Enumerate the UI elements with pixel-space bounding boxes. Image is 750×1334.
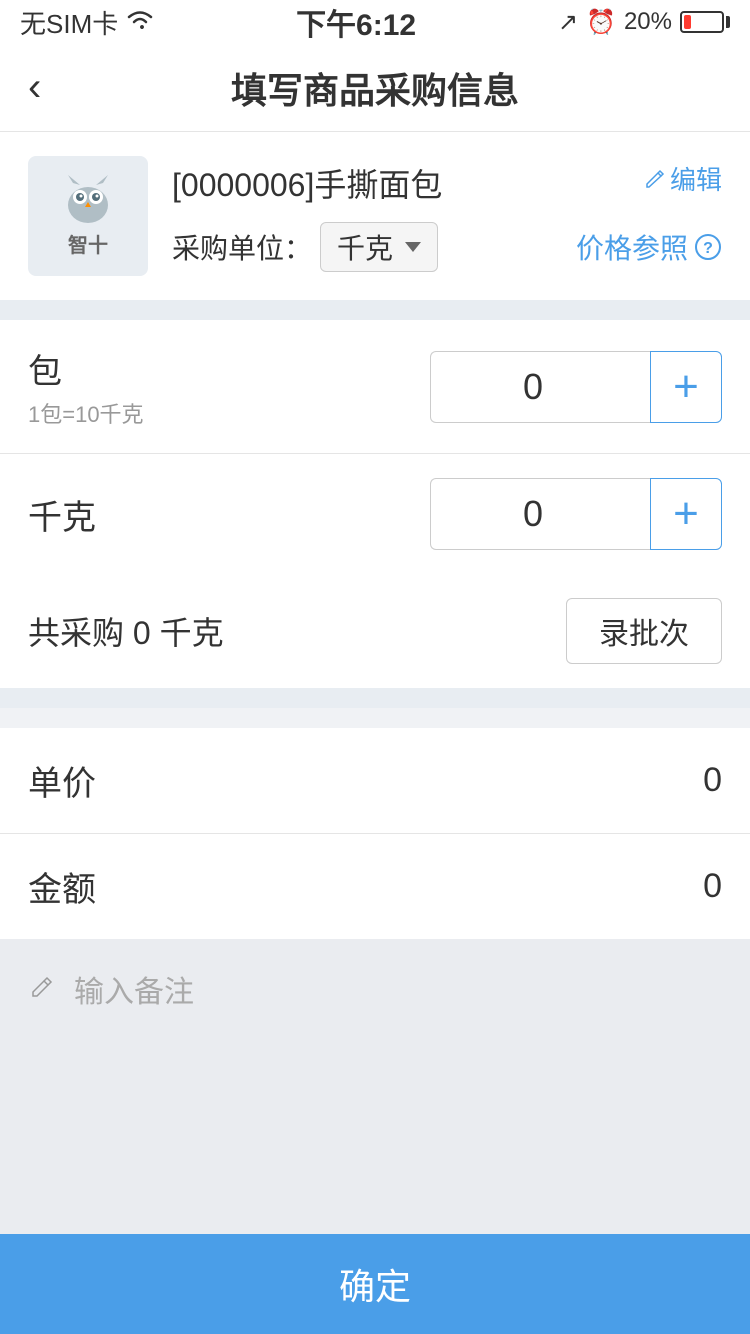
product-logo: 智十 xyxy=(58,175,118,258)
logo-text: 智十 xyxy=(68,229,108,258)
price-ref-button[interactable]: 价格参照 ? xyxy=(576,227,722,267)
unit-price-value: 0 xyxy=(703,761,722,800)
chevron-down-icon xyxy=(405,242,421,252)
section-divider-2 xyxy=(0,688,750,708)
amount-label: 金额 xyxy=(28,862,96,911)
product-name: [0000006]手撕面包 xyxy=(172,160,442,206)
unit-selector[interactable]: 千克 xyxy=(320,222,438,272)
nav-bar: ‹ 填写商品采购信息 xyxy=(0,44,750,132)
kilogram-plus-button[interactable]: + xyxy=(650,478,722,550)
product-info: [0000006]手撕面包 编辑 采购单位： 千克 价格参照 xyxy=(172,160,722,272)
status-right: ↗ ⏰ 20% xyxy=(558,8,730,37)
location-icon: ↗ xyxy=(558,8,578,37)
battery-indicator xyxy=(680,11,730,33)
bao-sublabel: 1包=10千克 xyxy=(28,397,144,429)
bao-input-row: 包 1包=10千克 + xyxy=(0,320,750,454)
kilogram-input-group: + xyxy=(430,478,722,550)
status-time: 下午6:12 xyxy=(296,0,416,44)
product-card: 智十 [0000006]手撕面包 编辑 采购单位： 千克 价 xyxy=(0,132,750,300)
back-button[interactable]: ‹ xyxy=(28,65,41,110)
bao-label: 包 xyxy=(28,344,144,393)
summary-text: 共采购 0 千克 xyxy=(28,608,224,654)
carrier-text: 无SIM卡 xyxy=(20,4,118,41)
product-unit-row: 采购单位： 千克 价格参照 ? xyxy=(172,222,722,272)
status-bar: 无SIM卡 下午6:12 ↗ ⏰ 20% xyxy=(0,0,750,44)
bao-input-group: + xyxy=(430,351,722,423)
price-section: 单价 0 金额 0 xyxy=(0,728,750,939)
amount-row: 金额 0 xyxy=(0,834,750,939)
alarm-icon: ⏰ xyxy=(586,8,616,37)
product-image: 智十 xyxy=(28,156,148,276)
input-section: 包 1包=10千克 + 千克 + xyxy=(0,320,750,574)
wifi-icon xyxy=(126,7,154,38)
kilogram-label-group: 千克 xyxy=(28,490,96,539)
bao-label-group: 包 1包=10千克 xyxy=(28,344,144,429)
confirm-button[interactable]: 确定 xyxy=(0,1234,750,1334)
section-divider-1 xyxy=(0,300,750,320)
unit-price-row: 单价 0 xyxy=(0,728,750,834)
kilogram-input[interactable] xyxy=(430,478,650,550)
battery-percent: 20% xyxy=(624,8,672,36)
notes-section[interactable]: 输入备注 xyxy=(0,939,750,1039)
status-left: 无SIM卡 xyxy=(20,4,154,41)
batch-button[interactable]: 录批次 xyxy=(566,598,722,664)
edit-button[interactable]: 编辑 xyxy=(644,160,722,197)
summary-row: 共采购 0 千克 录批次 xyxy=(0,574,750,688)
unit-price-label: 单价 xyxy=(28,756,96,805)
svg-text:?: ? xyxy=(703,240,713,257)
bao-input[interactable] xyxy=(430,351,650,423)
unit-label: 采购单位： 千克 xyxy=(172,222,438,272)
kilogram-input-row: 千克 + xyxy=(0,454,750,574)
kilogram-label: 千克 xyxy=(28,490,96,539)
product-header: [0000006]手撕面包 编辑 xyxy=(172,160,722,206)
notes-placeholder[interactable]: 输入备注 xyxy=(74,967,194,1011)
amount-value: 0 xyxy=(703,867,722,906)
page-title: 填写商品采购信息 xyxy=(231,62,519,114)
bao-plus-button[interactable]: + xyxy=(650,351,722,423)
pencil-icon xyxy=(28,970,58,1008)
